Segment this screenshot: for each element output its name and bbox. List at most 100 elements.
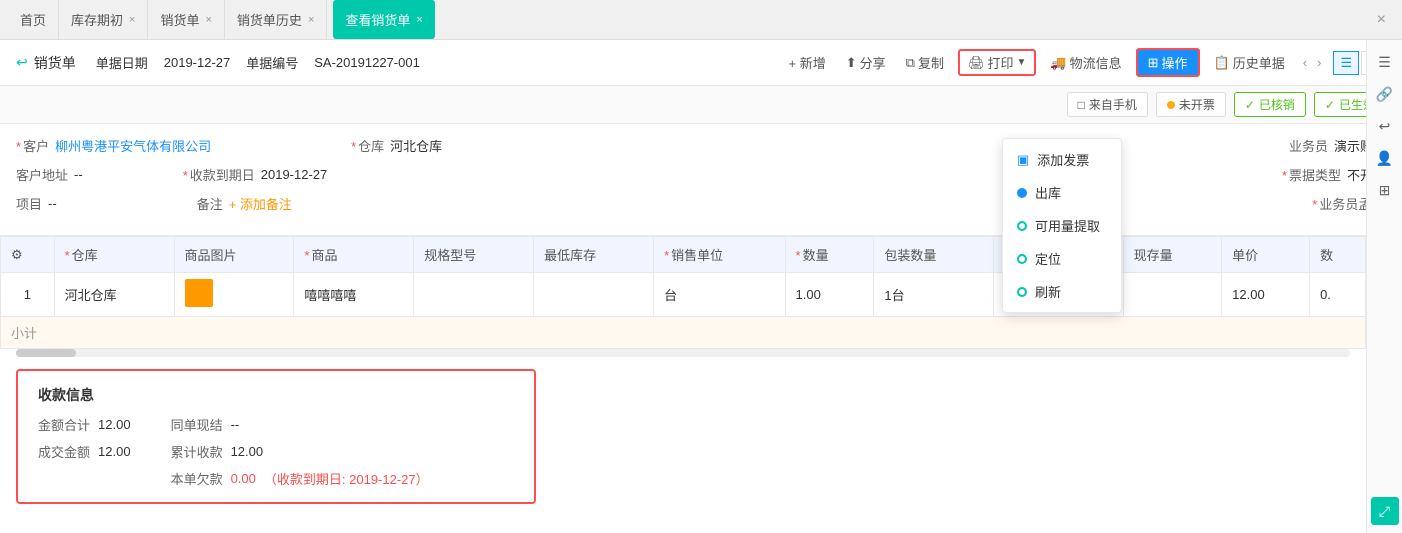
tab-history-close[interactable]: × (308, 14, 314, 26)
doc-header: ↩ 销货单 单据日期 2019-12-27 单据编号 SA-20191227-0… (0, 40, 1402, 86)
operate-button[interactable]: ⊞ 操作 (1136, 48, 1200, 77)
row-num: 0. (1310, 273, 1366, 317)
effective-icon: ✓ (1325, 98, 1335, 112)
row-min-stock (534, 273, 654, 317)
add-invoice-label: 添加发票 (1037, 150, 1089, 169)
staff-label: 业务员 (1289, 136, 1328, 155)
refresh-icon (1017, 287, 1027, 297)
dropdown-refresh[interactable]: 刷新 (1003, 275, 1121, 308)
history-button[interactable]: 📋 历史单据 (1208, 50, 1291, 75)
outbound-icon (1017, 188, 1027, 198)
payment-owed: 本单欠款 0.00 （收款到期日: 2019-12-27） (171, 469, 429, 488)
print-icon: 🖨 (968, 55, 985, 71)
operate-label: 操作 (1162, 53, 1188, 72)
refresh-label: 刷新 (1035, 282, 1061, 301)
sidebar-expand-button[interactable]: ⤢ (1371, 497, 1399, 525)
payment-col-left: 金额合计 12.00 成交金额 12.00 (38, 415, 131, 488)
doc-icon: ↩ (16, 54, 28, 71)
print-button[interactable]: 🖨 打印 ▼ (958, 49, 1036, 76)
date-label: 单据日期 (96, 53, 148, 72)
doc-actions: + 新增 ⬆ 分享 ⧉ 复制 🖨 打印 ▼ 🚚 物流信息 (783, 48, 1386, 77)
subtotal-row: 小计 (1, 317, 1366, 349)
view-list-button[interactable]: ☰ (1333, 51, 1359, 75)
prev-button[interactable]: ‹ (1299, 53, 1311, 72)
tab-inventory-close[interactable]: × (129, 14, 135, 26)
share-icon: ⬆ (846, 55, 857, 71)
window-close-button[interactable]: × (1369, 11, 1394, 29)
logistics-label: 物流信息 (1070, 53, 1122, 72)
due-date-field: 收款到期日 2019-12-27 (183, 165, 328, 184)
cumulative-label: 累计收款 (171, 442, 223, 461)
ticket-button[interactable]: 未开票 (1156, 92, 1226, 117)
payment-cumulative: 累计收款 12.00 (171, 442, 429, 461)
table-row: 1 河北仓库 嘻嘻嘻嘻 台 1.00 1台 12.00 (1, 273, 1366, 317)
deal-value: 12.00 (98, 444, 131, 459)
logistics-button[interactable]: 🚚 物流信息 (1044, 50, 1127, 75)
locate-icon (1017, 254, 1027, 264)
owed-value: 0.00 (231, 471, 256, 486)
col-gear[interactable]: ⚙ (1, 237, 55, 273)
cumulative-value: 12.00 (231, 444, 264, 459)
sidebar-icon-4[interactable]: 👤 (1371, 144, 1399, 172)
due-date-label: 收款到期日 (183, 165, 255, 184)
logistics-icon: 🚚 (1050, 55, 1066, 71)
project-field: 项目 -- (16, 194, 57, 213)
available-label: 可用量提取 (1035, 216, 1100, 235)
tab-sales-close[interactable]: × (205, 14, 211, 26)
sidebar-icon-2[interactable]: 🔗 (1371, 80, 1399, 108)
due-date-value: 2019-12-27 (261, 167, 328, 182)
outbound-label: 出库 (1035, 183, 1061, 202)
tab-home[interactable]: 首页 (8, 0, 59, 39)
customer-value[interactable]: 柳州粤港平安气体有限公司 (55, 136, 211, 155)
address-label: 客户地址 (16, 165, 68, 184)
tab-inventory[interactable]: 库存期初 × (59, 0, 148, 39)
row-product: 嘻嘻嘻嘻 (294, 273, 414, 317)
tab-sales[interactable]: 销货单 × (148, 0, 224, 39)
row-pkg: 1台 (874, 273, 994, 317)
payment-title: 收款信息 (38, 385, 514, 405)
tab-view-sales[interactable]: 查看销货单 × (333, 0, 434, 39)
note-field: 备注 + 添加备注 (197, 194, 292, 213)
sidebar-icon-1[interactable]: ☰ (1371, 48, 1399, 76)
horizontal-scrollbar[interactable] (16, 349, 1350, 357)
new-button[interactable]: + 新增 (783, 50, 832, 75)
mobile-icon: □ (1078, 98, 1085, 112)
row-image (174, 273, 294, 317)
col-pkg: 包装数量 (874, 237, 994, 273)
status-bar: □ 来自手机 未开票 ✓ 已核销 ✓ 已生效 (0, 86, 1402, 124)
copy-button[interactable]: ⧉ 复制 (900, 50, 950, 75)
table-area: ⚙ *仓库 商品图片 *商品 规格型号 最低库存 *销售单位 *数量 包装数量 … (0, 236, 1366, 357)
col-num: 数 (1310, 237, 1366, 273)
sidebar-icon-3[interactable]: ↩ (1371, 112, 1399, 140)
dropdown-locate[interactable]: 定位 (1003, 242, 1121, 275)
sidebar-icon-5[interactable]: ⊞ (1371, 176, 1399, 204)
col-image: 商品图片 (174, 237, 294, 273)
dropdown-add-invoice[interactable]: ▣ 添加发票 (1003, 143, 1121, 176)
address-value: -- (74, 167, 83, 182)
confirmed-button[interactable]: ✓ 已核销 (1234, 92, 1306, 117)
customer-label: 客户 (16, 136, 49, 155)
ticket-label: 未开票 (1179, 96, 1215, 113)
tab-history[interactable]: 销货单历史 × (225, 0, 327, 39)
history-label: 历史单据 (1233, 53, 1285, 72)
dropdown-outbound[interactable]: 出库 (1003, 176, 1121, 209)
copy-icon: ⧉ (906, 55, 915, 71)
share-button[interactable]: ⬆ 分享 (840, 50, 892, 75)
dropdown-available[interactable]: 可用量提取 (1003, 209, 1121, 242)
product-image (185, 279, 213, 307)
add-note-button[interactable]: + 添加备注 (229, 194, 292, 213)
data-table: ⚙ *仓库 商品图片 *商品 规格型号 最低库存 *销售单位 *数量 包装数量 … (0, 236, 1366, 349)
tab-view-sales-close[interactable]: × (416, 14, 422, 26)
next-button[interactable]: › (1313, 53, 1325, 72)
add-invoice-icon: ▣ (1017, 152, 1029, 168)
col-current: 现存量 (1123, 237, 1222, 273)
payment-box: 收款信息 金额合计 12.00 成交金额 12.00 (16, 369, 536, 504)
form-row-3: 项目 -- 备注 + 添加备注 业务员孟 -- (16, 194, 1386, 213)
tab-view-sales-label: 查看销货单 (345, 10, 410, 29)
mobile-button[interactable]: □ 来自手机 (1067, 92, 1148, 117)
payment-total: 金额合计 12.00 (38, 415, 131, 434)
tab-history-label: 销货单历史 (237, 10, 302, 29)
row-warehouse: 河北仓库 (54, 273, 174, 317)
tab-home-label: 首页 (20, 10, 46, 29)
scrollbar-thumb[interactable] (16, 349, 76, 357)
